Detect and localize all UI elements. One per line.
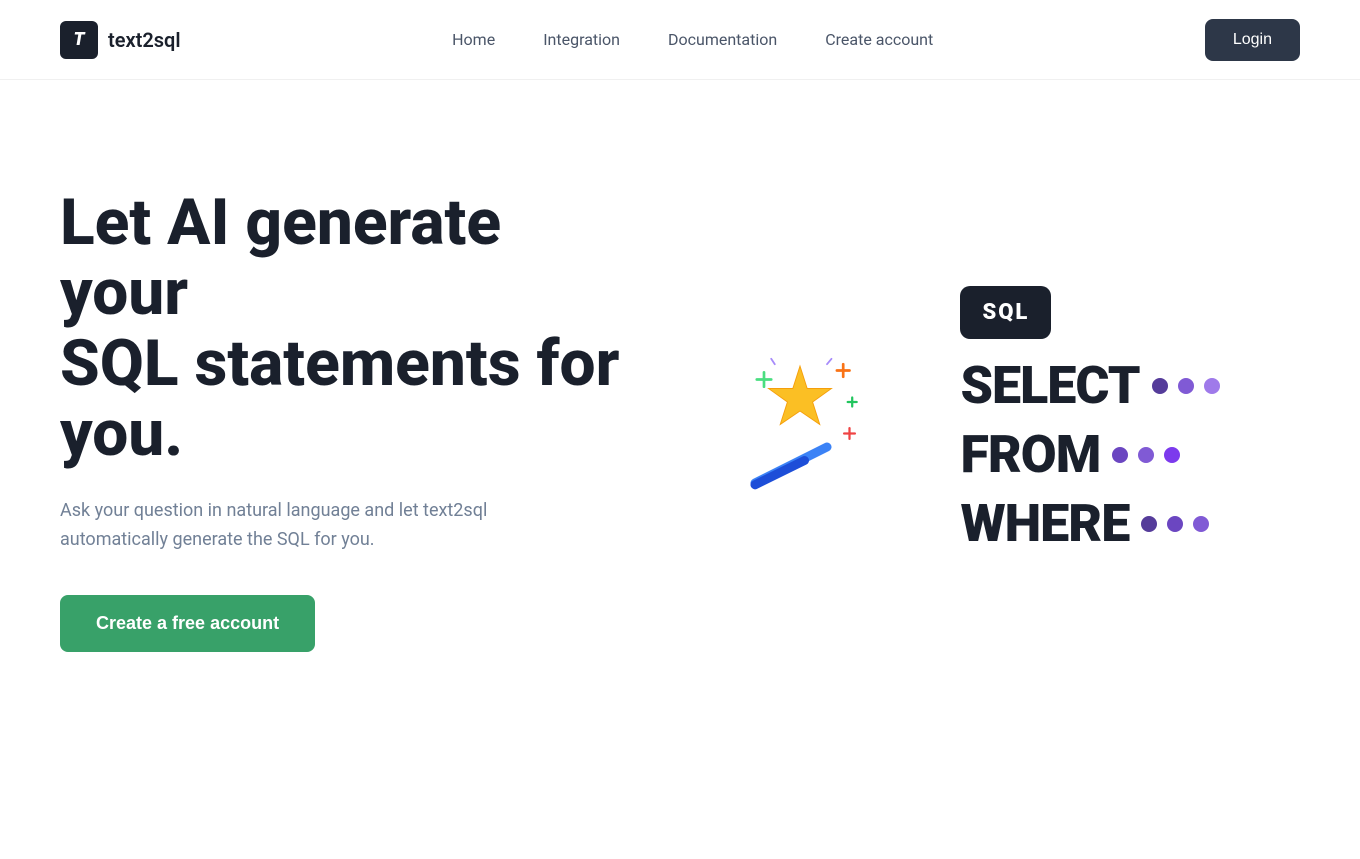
magic-wand-illustration — [700, 320, 900, 520]
dot-1 — [1152, 378, 1168, 394]
magic-wand-svg — [710, 330, 890, 510]
dot-8 — [1167, 516, 1183, 532]
login-button[interactable]: Login — [1205, 19, 1300, 61]
dot-3 — [1204, 378, 1220, 394]
sql-select-line: SELECT — [960, 355, 1219, 416]
dot-5 — [1138, 447, 1154, 463]
sql-from-line: FROM — [960, 424, 1219, 485]
dot-2 — [1178, 378, 1194, 394]
hero-title: Let AI generate your SQL statements for … — [60, 188, 620, 470]
sql-where-line: WHERE — [960, 493, 1219, 554]
nav-home[interactable]: Home — [452, 30, 495, 49]
logo-text: text2sql — [108, 28, 181, 52]
nav-right: Login — [1205, 19, 1300, 61]
sql-from-dots — [1112, 447, 1180, 463]
sql-display: SQL SELECT FROM WHERE — [960, 286, 1219, 554]
hero-section: Let AI generate your SQL statements for … — [0, 80, 1360, 760]
logo-icon: T — [60, 21, 98, 59]
dot-6 — [1164, 447, 1180, 463]
nav-integration[interactable]: Integration — [543, 30, 620, 49]
sql-select-dots — [1152, 378, 1220, 394]
nav-links: Home Integration Documentation Create ac… — [452, 30, 933, 49]
dot-9 — [1193, 516, 1209, 532]
sql-badge: SQL — [960, 286, 1051, 339]
nav-create-account[interactable]: Create account — [825, 30, 933, 49]
dot-7 — [1141, 516, 1157, 532]
sql-select-keyword: SELECT — [960, 355, 1139, 416]
hero-subtitle: Ask your question in natural language an… — [60, 497, 540, 555]
hero-right: SQL SELECT FROM WHERE — [620, 286, 1300, 554]
dot-4 — [1112, 447, 1128, 463]
create-free-account-button[interactable]: Create a free account — [60, 595, 315, 652]
navbar: T text2sql Home Integration Documentatio… — [0, 0, 1360, 80]
nav-documentation[interactable]: Documentation — [668, 30, 777, 49]
sql-from-keyword: FROM — [960, 424, 1100, 485]
sql-where-dots — [1141, 516, 1209, 532]
hero-left: Let AI generate your SQL statements for … — [60, 188, 620, 652]
logo-link[interactable]: T text2sql — [60, 21, 181, 59]
sql-where-keyword: WHERE — [960, 493, 1129, 554]
